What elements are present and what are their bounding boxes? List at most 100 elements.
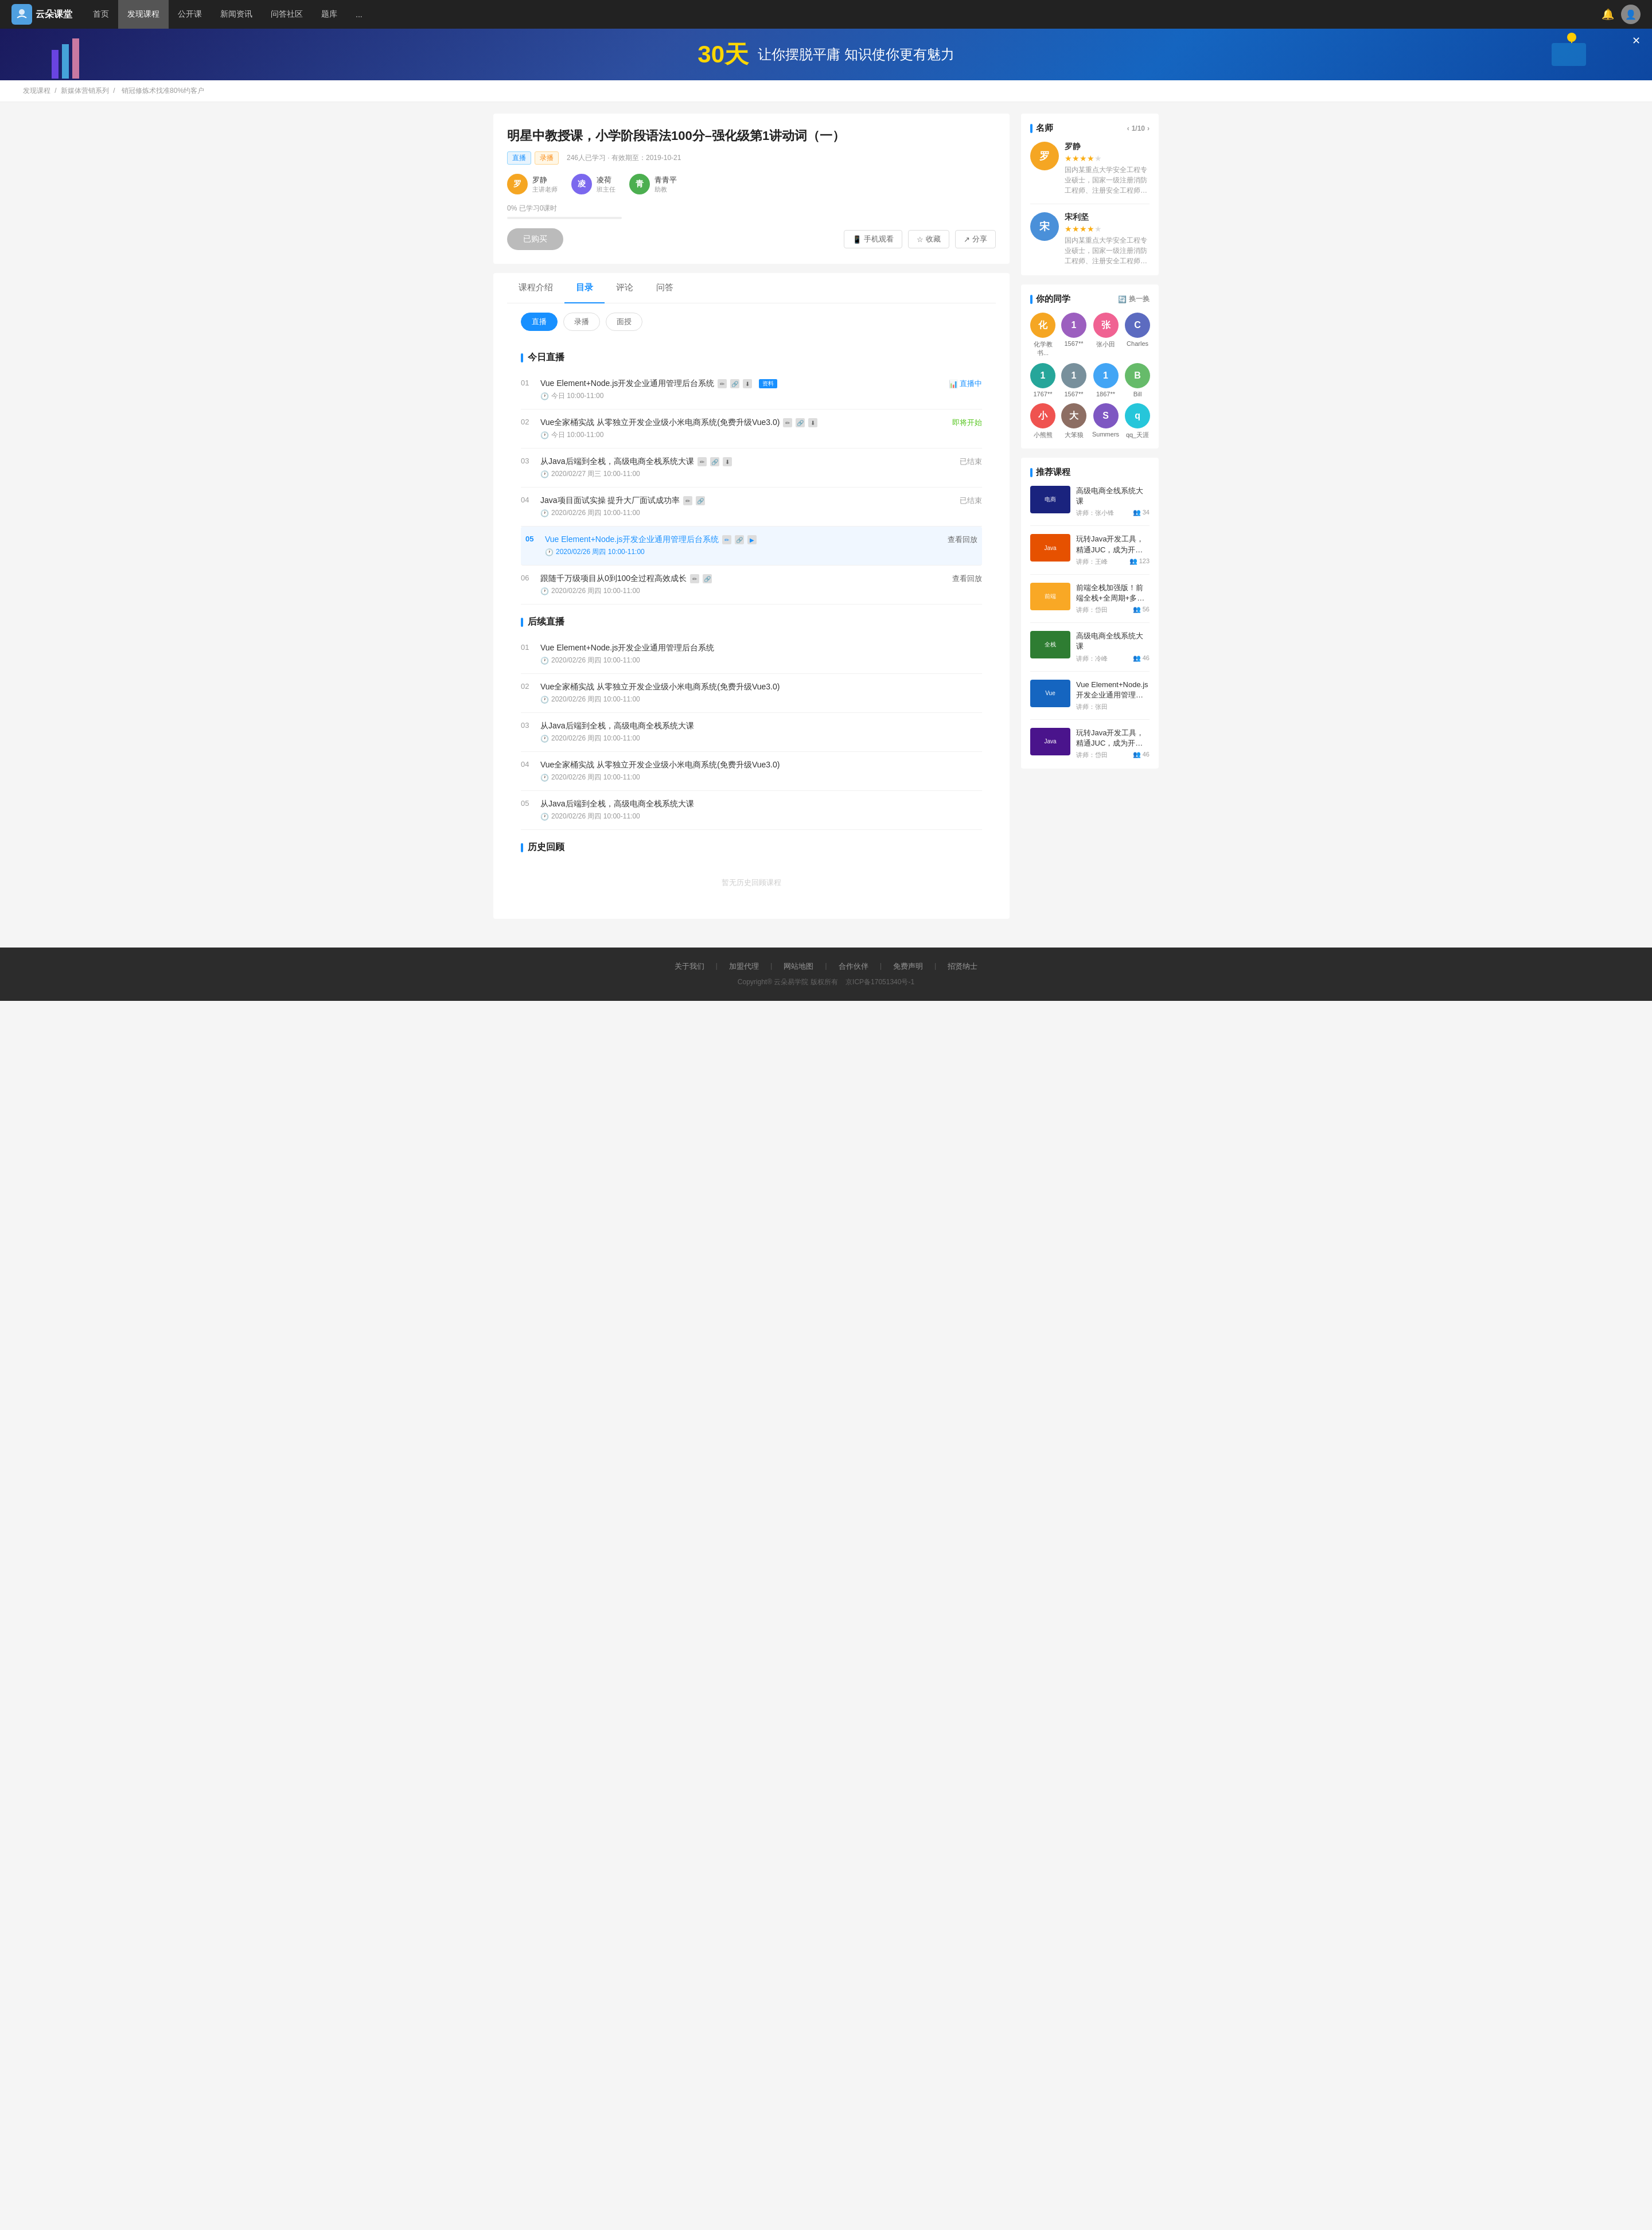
breadcrumb-series[interactable]: 新媒体营销系列 — [61, 87, 109, 95]
item-name-5[interactable]: Vue Element+Node.js开发企业通用管理后台系统 — [545, 535, 719, 545]
edit-icon-5[interactable]: ✏ — [722, 535, 731, 544]
rec-title-5: Vue Element+Node.js开发企业通用管理后台系统 — [1076, 680, 1150, 700]
logo-icon — [11, 4, 32, 25]
item-status-5[interactable]: 查看回放 — [948, 535, 977, 545]
item-status-6[interactable]: 查看回放 — [952, 574, 982, 584]
link-icon-4[interactable]: 🔗 — [696, 496, 705, 505]
live-item-5-row: 05 Vue Element+Node.js开发企业通用管理后台系统 ✏ 🔗 ▶… — [525, 535, 977, 557]
link-icon[interactable]: 🔗 — [730, 379, 739, 388]
link-icon-5[interactable]: 🔗 — [735, 535, 744, 544]
collect-button[interactable]: ☆ 收藏 — [908, 230, 949, 248]
classmates-title-text: 你的同学 — [1036, 294, 1070, 305]
nav-home[interactable]: 首页 — [84, 0, 118, 29]
link-icon-3[interactable]: 🔗 — [710, 457, 719, 466]
footer-link-disclaimer[interactable]: 免费声明 — [893, 961, 923, 972]
breadcrumb: 发现课程 / 新媒体营销系列 / 销冠修炼术找准80%约客户 — [0, 80, 1652, 102]
classmate-4-name: Charles — [1127, 340, 1148, 347]
tab-intro[interactable]: 课程介绍 — [507, 273, 564, 303]
play-icon-5[interactable]: ▶ — [747, 535, 757, 544]
share-button[interactable]: ↗ 分享 — [955, 230, 996, 248]
tab-catalog[interactable]: 目录 — [564, 273, 605, 303]
footer-link-agent[interactable]: 加盟代理 — [729, 961, 759, 972]
rec-course-2[interactable]: Java 玩转Java开发工具，精通JUC，成为开发多面手 讲师：王峰 👥 12… — [1030, 534, 1150, 574]
navigation: 云朵课堂 首页 发现课程 公开课 新闻资讯 问答社区 题库 ... 🔔 👤 — [0, 0, 1652, 29]
download-icon[interactable]: ⬇ — [743, 379, 752, 388]
footer-link-partner[interactable]: 合作伙伴 — [839, 961, 868, 972]
edit-icon-4[interactable]: ✏ — [683, 496, 692, 505]
classmates-refresh[interactable]: 🔄 换一换 — [1118, 294, 1150, 304]
banner-deco-left — [46, 33, 92, 80]
future-item-2-row: 02 Vue全家桶实战 从零独立开发企业级小米电商系统(免费升级Vue3.0) … — [521, 682, 982, 704]
classmate-7-name: 1867** — [1096, 391, 1115, 397]
clock-icon-4: 🕐 — [540, 509, 549, 517]
teachers-nav-prev[interactable]: ‹ — [1127, 124, 1129, 132]
link-icon-2[interactable]: 🔗 — [796, 418, 805, 427]
future-live-header: 后续直播 — [521, 616, 982, 628]
nav-qa[interactable]: 问答社区 — [262, 0, 312, 29]
nav-more[interactable]: ... — [346, 0, 372, 29]
recommended-card: 推荐课程 电商 高级电商全线系统大课 讲师：张小锋 👥 34 Java — [1021, 458, 1159, 769]
history-empty: 暂无历史回顾课程 — [521, 860, 982, 905]
rec-meta-2: 讲师：王峰 👥 123 — [1076, 558, 1150, 566]
edit-icon-3[interactable]: ✏ — [698, 457, 707, 466]
user-avatar[interactable]: 👤 — [1621, 5, 1641, 24]
edit-icon-2[interactable]: ✏ — [783, 418, 792, 427]
classmate-4: C Charles — [1125, 313, 1150, 357]
rec-course-3[interactable]: 前端 前端全栈加强版！前端全栈+全周期+多维应用 讲师：岱田 👥 56 — [1030, 583, 1150, 623]
rec-course-1[interactable]: 电商 高级电商全线系统大课 讲师：张小锋 👥 34 — [1030, 486, 1150, 526]
live-item-4-row: 04 Java项目面试实操 提升大厂面试成功率 ✏ 🔗 🕐 2020/02/26… — [521, 496, 982, 518]
link-icon-6[interactable]: 🔗 — [703, 574, 712, 583]
footer-link-about[interactable]: 关于我们 — [675, 961, 704, 972]
download-icon-2[interactable]: ⬇ — [808, 418, 817, 427]
subtab-live[interactable]: 直播 — [521, 313, 558, 331]
nav-discover[interactable]: 发现课程 — [118, 0, 169, 29]
footer-link-sitemap[interactable]: 网站地图 — [784, 961, 813, 972]
nav-news[interactable]: 新闻资讯 — [211, 0, 262, 29]
future-num-3: 03 — [521, 721, 535, 730]
download-icon-3[interactable]: ⬇ — [723, 457, 732, 466]
classmate-5-avatar: 1 — [1030, 363, 1055, 388]
item-num-2: 02 — [521, 418, 535, 426]
edit-icon[interactable]: ✏ — [718, 379, 727, 388]
rec-info-2: 玩转Java开发工具，精通JUC，成为开发多面手 讲师：王峰 👥 123 — [1076, 534, 1150, 566]
notification-bell-icon[interactable]: 🔔 — [1602, 8, 1614, 21]
classmate-7-avatar: 1 — [1093, 363, 1119, 388]
future-time-5: 🕐 2020/02/26 周四 10:00-11:00 — [540, 812, 982, 821]
teacher-3-avatar: 青 — [629, 174, 650, 194]
future-live-title: 后续直播 — [528, 616, 564, 628]
rec-course-4[interactable]: 全栈 高级电商全线系统大课 讲师：冷峰 👥 46 — [1030, 631, 1150, 671]
subtab-offline[interactable]: 面授 — [606, 313, 642, 331]
teachers-nav-next[interactable]: › — [1147, 124, 1150, 132]
classmates-grid: 化 化学教书... 1 1567** 张 张小田 C Charles 1 1 — [1030, 313, 1150, 439]
recommended-card-title: 推荐课程 — [1030, 467, 1150, 478]
banner-close-icon[interactable]: ✕ — [1632, 34, 1641, 47]
footer-link-recruit[interactable]: 招贤纳士 — [948, 961, 977, 972]
edit-icon-6[interactable]: ✏ — [690, 574, 699, 583]
rec-course-6[interactable]: Java 玩转Java开发工具，精通JUC，成为开发多面手 讲师：岱田 👥 46 — [1030, 728, 1150, 759]
teacher-card-2-avatar: 宋 — [1030, 212, 1059, 241]
teacher-2-name: 凌荷 — [597, 175, 615, 185]
svg-rect-4 — [1552, 43, 1586, 66]
rec-course-5[interactable]: Vue Vue Element+Node.js开发企业通用管理后台系统 讲师：张… — [1030, 680, 1150, 720]
nav-right: 🔔 👤 — [1602, 5, 1641, 24]
tab-qa[interactable]: 问答 — [645, 273, 685, 303]
subtab-record[interactable]: 录播 — [563, 313, 600, 331]
mobile-watch-button[interactable]: 📱 手机观看 — [844, 230, 902, 248]
future-item-5-row: 05 从Java后端到全栈，高级电商全栈系统大课 🕐 2020/02/26 周四… — [521, 799, 982, 821]
item-num-4: 04 — [521, 496, 535, 504]
future-time-4: 🕐 2020/02/26 周四 10:00-11:00 — [540, 773, 982, 782]
course-header-card: 明星中教授课，小学阶段语法100分–强化级第1讲动词（一） 直播 录播 246人… — [493, 114, 1010, 264]
breadcrumb-discover[interactable]: 发现课程 — [23, 87, 50, 95]
tab-review[interactable]: 评论 — [605, 273, 645, 303]
svg-rect-2 — [62, 44, 69, 79]
svg-rect-1 — [52, 50, 59, 79]
classmate-11: S Summers — [1092, 403, 1119, 439]
teacher-card-1-name: 罗静 — [1065, 142, 1150, 152]
site-logo[interactable]: 云朵课堂 — [11, 4, 72, 25]
banner-highlight: 30天 — [698, 38, 749, 71]
teacher-2-role: 班主任 — [597, 185, 615, 194]
nav-open[interactable]: 公开课 — [169, 0, 211, 29]
item-status-3: 已结束 — [960, 457, 982, 467]
nav-exam[interactable]: 题库 — [312, 0, 346, 29]
teacher-card-2-name: 宋利坚 — [1065, 212, 1150, 223]
